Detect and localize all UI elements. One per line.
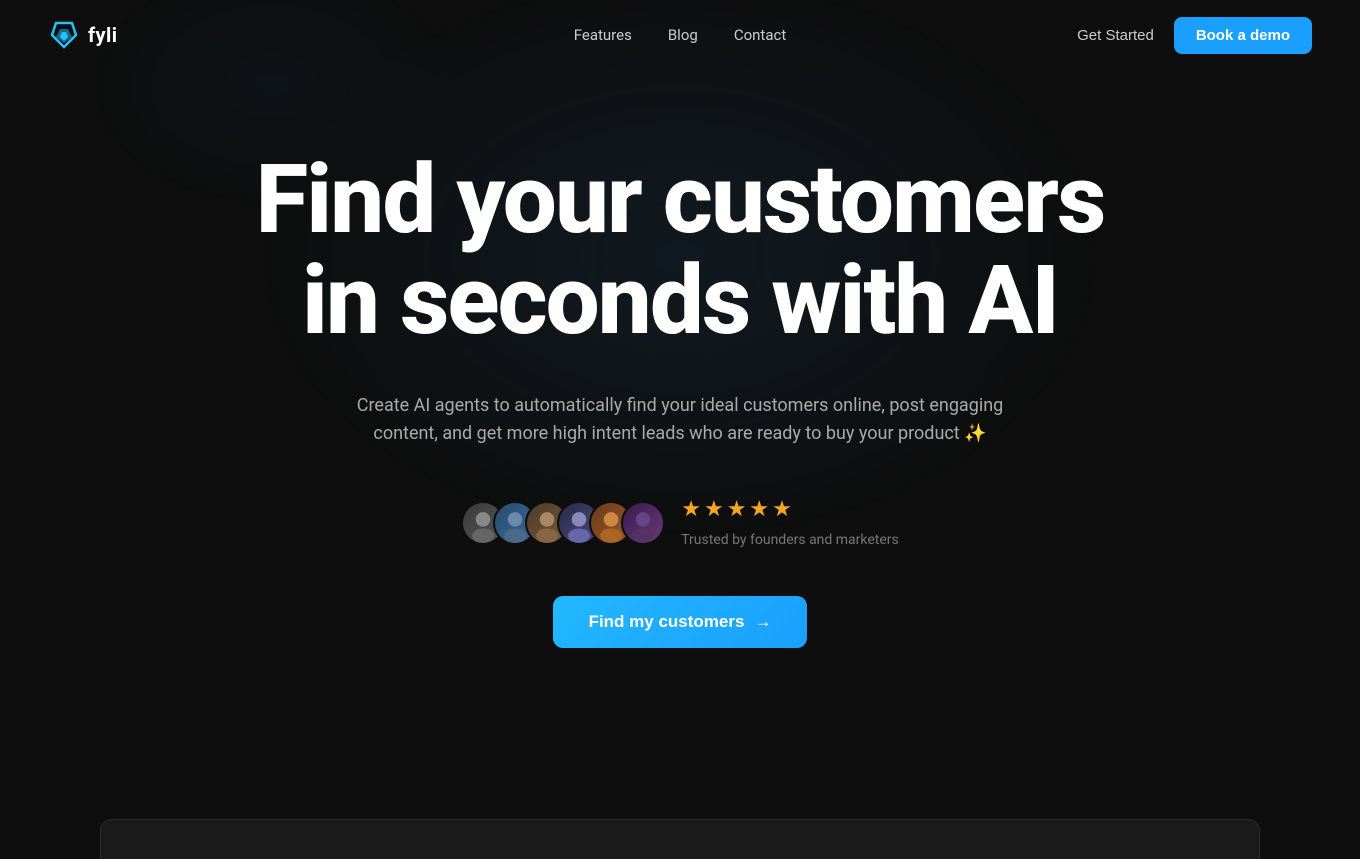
social-proof: ★ ★ ★ ★ ★ Trusted by founders and market… [461,497,899,548]
trusted-text: Trusted by founders and marketers [681,532,899,548]
logo[interactable]: fyli [48,19,117,51]
nav-links: Features Blog Contact [574,26,787,44]
social-right: ★ ★ ★ ★ ★ Trusted by founders and market… [681,497,899,548]
logo-text: fyli [88,23,117,47]
star-2: ★ [704,497,724,522]
avatar [621,501,665,545]
hero-title-line2: in seconds with AI [302,245,1058,357]
star-3: ★ [727,497,747,522]
hero-section: Find your customers in seconds with AI C… [0,70,1360,859]
nav-blog[interactable]: Blog [668,26,698,44]
star-rating: ★ ★ ★ ★ ★ [681,497,792,522]
hero-title: Find your customers in seconds with AI [256,150,1105,352]
book-demo-button[interactable]: Book a demo [1174,17,1312,54]
cta-container: Find my customers → [553,596,808,648]
hero-subtitle: Create AI agents to automatically find y… [330,392,1030,450]
avatar-group [461,501,665,545]
bottom-card-hint [100,819,1260,859]
find-customers-button[interactable]: Find my customers → [553,596,808,648]
nav-contact[interactable]: Contact [734,26,786,44]
hero-content: Find your customers in seconds with AI C… [0,70,1360,648]
hero-title-line1: Find your customers [256,144,1105,256]
star-5: ★ [772,497,792,522]
cta-arrow: → [754,612,771,632]
get-started-button[interactable]: Get Started [1077,27,1154,44]
cta-label: Find my customers [589,612,745,632]
nav-features[interactable]: Features [574,26,632,44]
star-4: ★ [749,497,769,522]
logo-icon [48,19,80,51]
face-icon [623,503,663,543]
star-1: ★ [681,497,701,522]
navbar: fyli Features Blog Contact Get Started B… [0,0,1360,70]
nav-actions: Get Started Book a demo [1077,17,1312,54]
